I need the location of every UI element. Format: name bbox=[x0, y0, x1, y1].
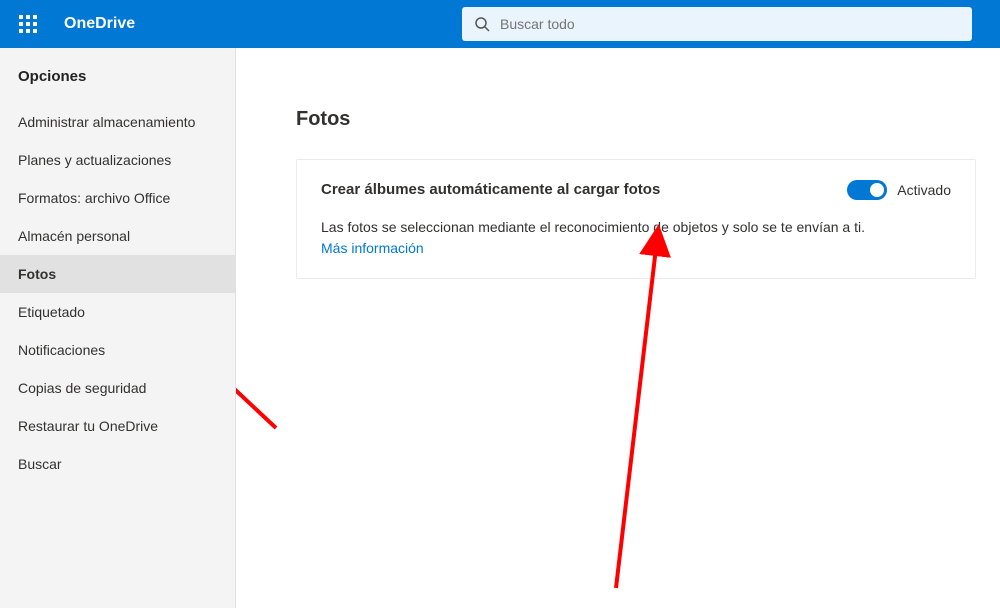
toggle-state-label: Activado bbox=[897, 182, 951, 198]
sidebar-item-label: Etiquetado bbox=[18, 304, 85, 320]
sidebar-item-restore[interactable]: Restaurar tu OneDrive bbox=[0, 407, 235, 445]
sidebar-item-label: Administrar almacenamiento bbox=[18, 114, 195, 130]
sidebar-item-search[interactable]: Buscar bbox=[0, 445, 235, 483]
sidebar-item-vault[interactable]: Almacén personal bbox=[0, 217, 235, 255]
sidebar-item-label: Restaurar tu OneDrive bbox=[18, 418, 158, 434]
card-header: Crear álbumes automáticamente al cargar … bbox=[321, 180, 951, 200]
toggle-group: Activado bbox=[847, 180, 951, 200]
waffle-icon bbox=[18, 14, 38, 34]
search-container bbox=[462, 7, 972, 41]
sidebar-title: Opciones bbox=[0, 58, 235, 103]
sidebar-item-label: Formatos: archivo Office bbox=[18, 190, 170, 206]
search-icon bbox=[474, 16, 490, 32]
more-info-link[interactable]: Más información bbox=[321, 240, 424, 256]
search-input[interactable] bbox=[500, 16, 960, 32]
sidebar-item-label: Copias de seguridad bbox=[18, 380, 146, 396]
brand-label[interactable]: OneDrive bbox=[60, 15, 135, 33]
sidebar-item-photos[interactable]: Fotos bbox=[0, 255, 235, 293]
auto-album-toggle[interactable] bbox=[847, 180, 887, 200]
sidebar-item-formats[interactable]: Formatos: archivo Office bbox=[0, 179, 235, 217]
sidebar-item-label: Buscar bbox=[18, 456, 62, 472]
sidebar-item-notifications[interactable]: Notificaciones bbox=[0, 331, 235, 369]
card-description: Las fotos se seleccionan mediante el rec… bbox=[321, 218, 951, 238]
sidebar-item-plans[interactable]: Planes y actualizaciones bbox=[0, 141, 235, 179]
sidebar-item-storage[interactable]: Administrar almacenamiento bbox=[0, 103, 235, 141]
app-header: OneDrive bbox=[0, 0, 1000, 48]
annotation-arrows bbox=[236, 48, 1000, 608]
page-title: Fotos bbox=[296, 108, 1000, 131]
setting-card-auto-albums: Crear álbumes automáticamente al cargar … bbox=[296, 159, 976, 279]
sidebar-item-label: Planes y actualizaciones bbox=[18, 152, 171, 168]
sidebar: Opciones Administrar almacenamiento Plan… bbox=[0, 48, 236, 608]
search-box[interactable] bbox=[462, 7, 972, 41]
card-title: Crear álbumes automáticamente al cargar … bbox=[321, 180, 660, 200]
sidebar-item-label: Notificaciones bbox=[18, 342, 105, 358]
sidebar-item-backups[interactable]: Copias de seguridad bbox=[0, 369, 235, 407]
layout: Opciones Administrar almacenamiento Plan… bbox=[0, 48, 1000, 608]
app-launcher-button[interactable] bbox=[8, 4, 48, 44]
sidebar-item-label: Almacén personal bbox=[18, 228, 130, 244]
sidebar-item-label: Fotos bbox=[18, 266, 56, 282]
sidebar-item-tagging[interactable]: Etiquetado bbox=[0, 293, 235, 331]
toggle-knob bbox=[870, 183, 884, 197]
main-content: Fotos Crear álbumes automáticamente al c… bbox=[236, 48, 1000, 608]
